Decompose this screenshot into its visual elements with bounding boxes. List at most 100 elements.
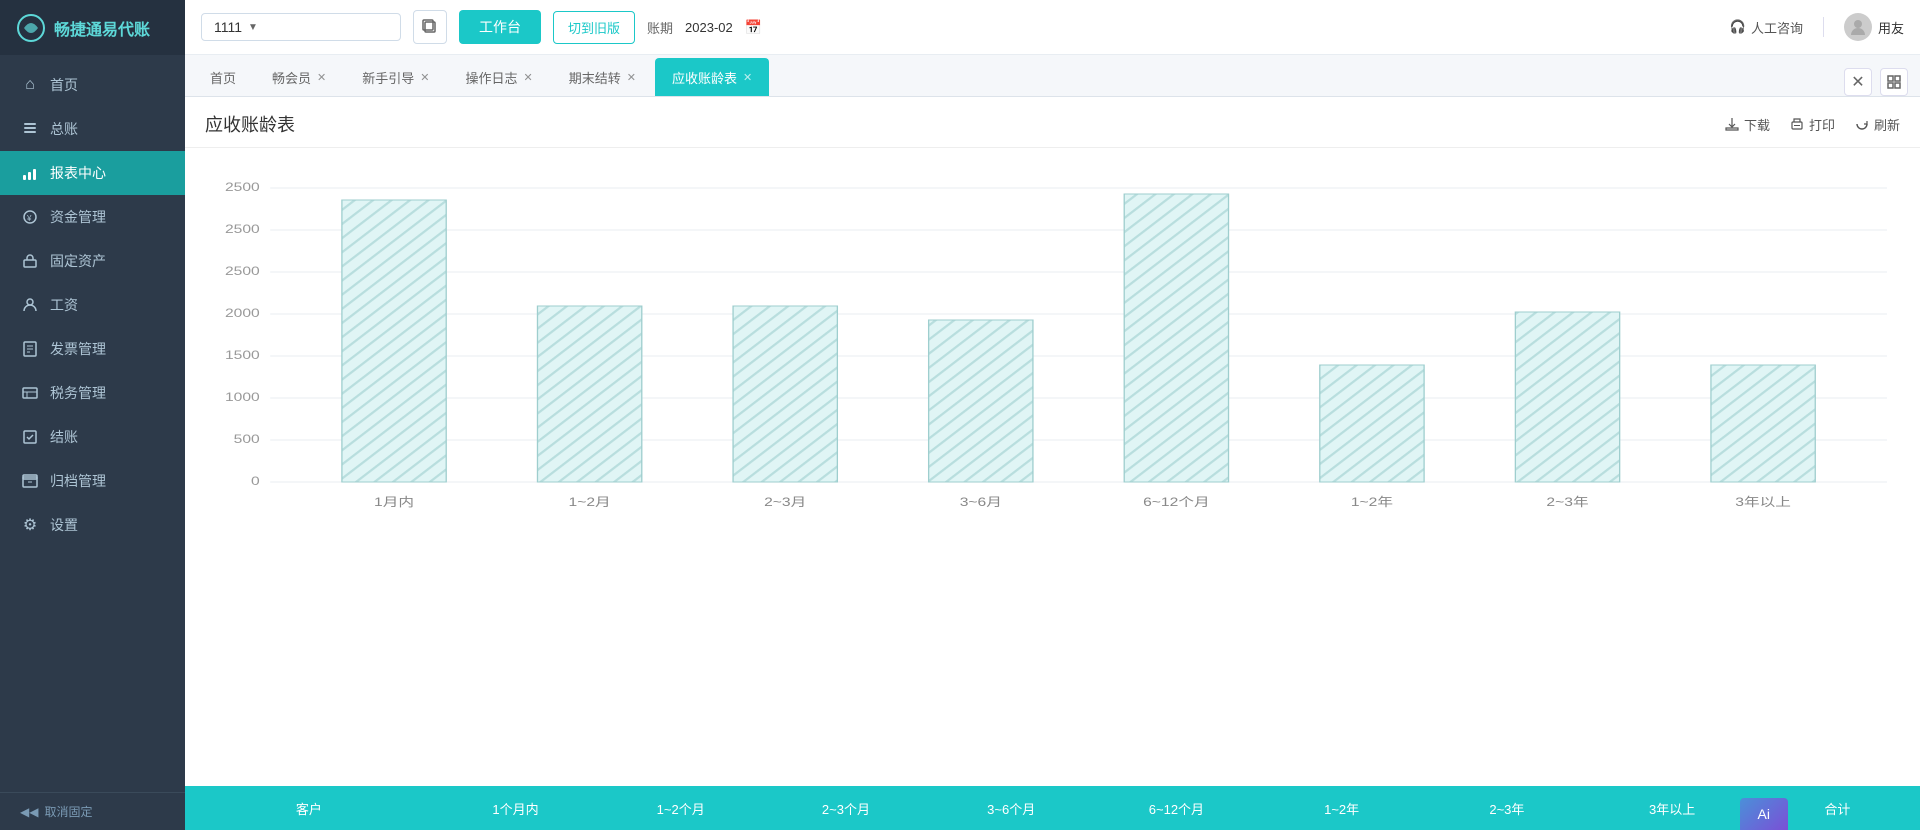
print-button[interactable]: 打印 — [1790, 115, 1835, 134]
print-label: 打印 — [1809, 115, 1835, 134]
ai-badge[interactable]: Ai — [1740, 798, 1788, 830]
calendar-icon[interactable]: 📅 — [745, 19, 762, 36]
col-3-plus-year: 3年以上 — [1590, 799, 1755, 818]
svg-text:1月内: 1月内 — [374, 495, 414, 509]
svg-text:6~12个月: 6~12个月 — [1143, 495, 1210, 509]
tab-yearend-label: 期末结转 — [569, 68, 621, 87]
col-1-2year: 1~2年 — [1259, 799, 1424, 818]
download-icon — [1725, 117, 1739, 131]
tab-yearend-close[interactable]: ✕ — [627, 71, 636, 84]
copy-icon — [422, 19, 438, 35]
main-area: 1111 ▼ 工作台 切到旧版 账期 2023-02 📅 🎧 人工咨询 — [185, 0, 1920, 830]
home-icon: ⌂ — [20, 75, 40, 95]
chevron-down-icon: ▼ — [248, 22, 258, 33]
sidebar-item-settings[interactable]: ⚙ 设置 — [0, 503, 185, 547]
assets-icon — [20, 251, 40, 271]
sidebar-label-ledger: 总账 — [50, 119, 78, 139]
tab-member-label: 畅会员 — [272, 68, 311, 87]
col-3-6month: 3~6个月 — [929, 799, 1094, 818]
sidebar-item-invoice[interactable]: 发票管理 — [0, 327, 185, 371]
svg-text:2~3年: 2~3年 — [1546, 495, 1588, 509]
col-2-3month: 2~3个月 — [763, 799, 928, 818]
refresh-label: 刷新 — [1874, 115, 1900, 134]
sidebar-nav: ⌂ 首页 总账 报表中心 ¥ 资金管理 — [0, 55, 185, 792]
tab-member[interactable]: 畅会员 ✕ — [255, 58, 343, 96]
consult-button[interactable]: 🎧 人工咨询 — [1730, 18, 1803, 37]
ledger-icon — [20, 119, 40, 139]
pin-icon: ◀◀ — [20, 805, 38, 819]
sidebar-label-archive: 归档管理 — [50, 471, 106, 491]
cancel-fixed-btn[interactable]: ◀◀ 取消固定 — [0, 792, 185, 830]
svg-text:2500: 2500 — [225, 180, 260, 194]
headset-icon: 🎧 — [1730, 19, 1746, 35]
sidebar-item-payroll[interactable]: 工资 — [0, 283, 185, 327]
svg-text:2500: 2500 — [225, 222, 260, 236]
sidebar-item-checkout[interactable]: 结账 — [0, 415, 185, 459]
sidebar: 畅捷通易代账 ⌂ 首页 总账 报表中心 ¥ — [0, 0, 185, 830]
payroll-icon — [20, 295, 40, 315]
tab-ar-aging-close[interactable]: ✕ — [743, 71, 752, 84]
page-inner: 应收账龄表 下载 打印 刷新 — [185, 97, 1920, 786]
sidebar-item-reports[interactable]: 报表中心 — [0, 151, 185, 195]
print-icon — [1790, 117, 1804, 131]
svg-text:1~2年: 1~2年 — [1351, 495, 1393, 509]
tab-member-close[interactable]: ✕ — [317, 71, 326, 84]
sidebar-label-assets: 固定资产 — [50, 251, 106, 271]
svg-text:0: 0 — [251, 474, 260, 488]
col-2-3year: 2~3年 — [1424, 799, 1589, 818]
tab-ar-aging[interactable]: 应收账龄表 ✕ — [655, 58, 769, 96]
sidebar-item-assets[interactable]: 固定资产 — [0, 239, 185, 283]
refresh-button[interactable]: 刷新 — [1855, 115, 1900, 134]
workbench-button[interactable]: 工作台 — [459, 10, 541, 44]
sidebar-item-funds[interactable]: ¥ 资金管理 — [0, 195, 185, 239]
sidebar-label-reports: 报表中心 — [50, 163, 106, 183]
col-customer: 客户 — [185, 799, 433, 818]
period-value: 2023-02 — [685, 20, 733, 35]
sidebar-item-ledger[interactable]: 总账 — [0, 107, 185, 151]
svg-text:1000: 1000 — [225, 390, 260, 404]
page-content: 应收账龄表 下载 打印 刷新 — [185, 97, 1920, 830]
switch-version-button[interactable]: 切到旧版 — [553, 11, 635, 44]
download-label: 下载 — [1744, 115, 1770, 134]
header-right: 🎧 人工咨询 用友 — [1730, 13, 1904, 41]
logo-icon — [16, 13, 46, 43]
download-button[interactable]: 下载 — [1725, 115, 1770, 134]
sidebar-label-settings: 设置 — [50, 515, 78, 535]
expand-btn[interactable] — [1880, 68, 1908, 96]
cancel-fixed-label: 取消固定 — [44, 803, 92, 820]
avatar — [1844, 13, 1872, 41]
table-header: 客户 1个月内 1~2个月 2~3个月 3~6个月 6~12个月 1~2年 2~… — [185, 786, 1920, 830]
sidebar-label-tax: 税务管理 — [50, 383, 106, 403]
svg-text:500: 500 — [234, 432, 260, 446]
user-area[interactable]: 用友 — [1844, 13, 1904, 41]
tab-oplog-close[interactable]: ✕ — [524, 71, 533, 84]
tab-home[interactable]: 首页 — [193, 58, 253, 96]
reports-icon — [20, 163, 40, 183]
period-label: 账期 — [647, 18, 673, 37]
svg-text:2500: 2500 — [225, 264, 260, 278]
refresh-icon — [1855, 117, 1869, 131]
sidebar-item-home[interactable]: ⌂ 首页 — [0, 63, 185, 107]
svg-text:¥: ¥ — [26, 214, 32, 223]
tab-guide-close[interactable]: ✕ — [420, 71, 429, 84]
invoice-icon — [20, 339, 40, 359]
app-title: 畅捷通易代账 — [54, 16, 150, 40]
close-tab-btn[interactable]: ✕ — [1844, 68, 1872, 96]
tab-guide[interactable]: 新手引导 ✕ — [345, 58, 446, 96]
col-6-12month: 6~12个月 — [1094, 799, 1259, 818]
tab-oplog[interactable]: 操作日志 ✕ — [448, 58, 549, 96]
col-1-2month: 1~2个月 — [598, 799, 763, 818]
svg-text:3年以上: 3年以上 — [1735, 495, 1791, 509]
tab-guide-label: 新手引导 — [362, 68, 414, 87]
col-1month: 1个月内 — [433, 799, 598, 818]
page-title: 应收账龄表 — [205, 111, 295, 137]
svg-text:1500: 1500 — [225, 348, 260, 362]
sidebar-item-tax[interactable]: 税务管理 — [0, 371, 185, 415]
copy-icon-btn[interactable] — [413, 10, 447, 44]
chart-container: 2500 2500 2500 2000 1500 1000 500 0 — [205, 158, 1900, 538]
company-selector[interactable]: 1111 ▼ — [201, 13, 401, 41]
sidebar-label-funds: 资金管理 — [50, 207, 106, 227]
page-toolbar: 应收账龄表 下载 打印 刷新 — [185, 97, 1920, 148]
tab-yearend[interactable]: 期末结转 ✕ — [552, 58, 653, 96]
sidebar-item-archive[interactable]: 归档管理 — [0, 459, 185, 503]
